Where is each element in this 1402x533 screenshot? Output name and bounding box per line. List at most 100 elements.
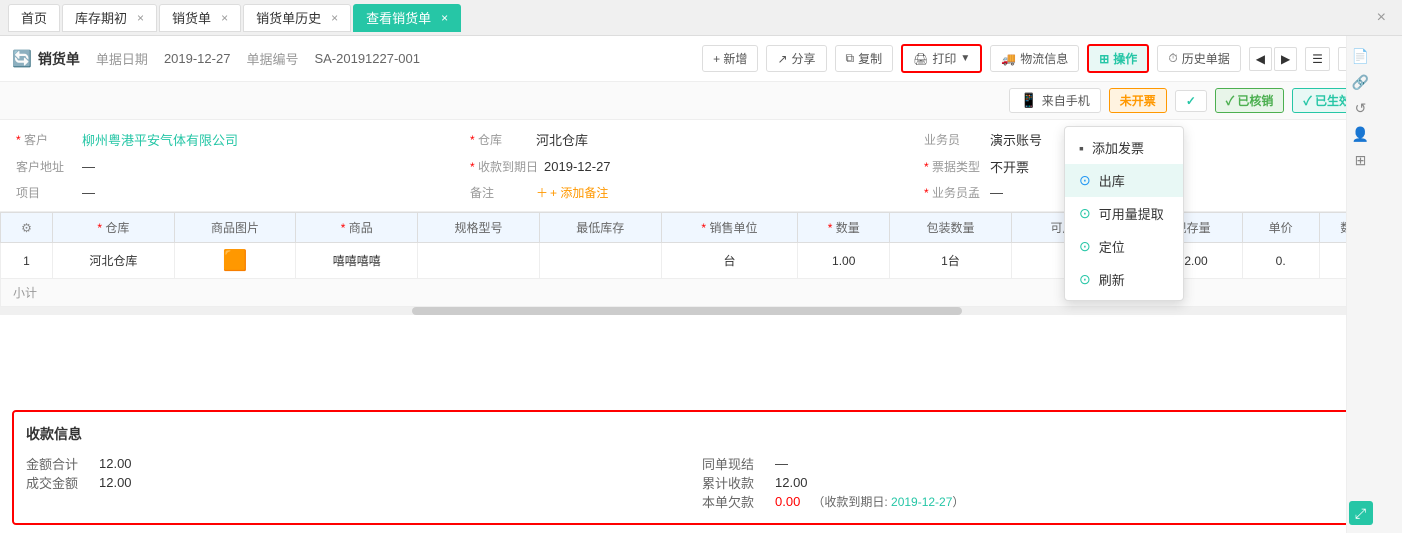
tab-home[interactable]: 首页 <box>8 4 60 32</box>
same-order-label: 同单现结 <box>702 454 767 473</box>
nav-prev[interactable]: ◀ <box>1249 47 1272 71</box>
project-value: — <box>82 185 95 200</box>
project-row: 项目 — <box>16 184 450 201</box>
dropdown-menu: ▪ 添加发票 ⊙ 出库 ⊙ 可用量提取 ⊙ 定位 ⊙ 刷新 <box>1064 126 1184 301</box>
add-note-button[interactable]: ＋ + 添加备注 <box>536 184 608 201</box>
tab-close-sales[interactable]: × <box>221 11 228 25</box>
payment-info-grid: 金额合计 12.00 成交金额 12.00 同单现结 — 累计收款 <box>26 454 1348 511</box>
sidebar-icon-expand[interactable]: ⤢ <box>1349 501 1373 525</box>
sidebar-icon-user[interactable]: 👤 <box>1349 122 1373 146</box>
total-label: 金额合计 <box>26 454 91 473</box>
ticket-type-label: 票据类型 <box>924 158 984 175</box>
cumulative-value: 12.00 <box>775 475 808 490</box>
no-value: SA-20191227-001 <box>314 51 420 66</box>
cumulative-label: 累计收款 <box>702 473 767 492</box>
note-label: 备注 <box>470 184 530 201</box>
dropdown-item-avail[interactable]: ⊙ 可用量提取 <box>1065 197 1183 230</box>
scrollbar[interactable] <box>0 307 1374 315</box>
row-pkg-qty: 1台 <box>890 243 1012 279</box>
new-button[interactable]: + 新增 <box>702 45 758 72</box>
address-label: 客户地址 <box>16 158 76 175</box>
warehouse-label: 仓库 <box>470 131 530 148</box>
total-row: 金额合计 12.00 <box>26 454 672 473</box>
staff2-value: — <box>990 185 1003 200</box>
nav-arrows: ◀ ▶ <box>1249 47 1297 71</box>
row-min-stock <box>539 243 661 279</box>
view-toggle-list[interactable]: ☰ <box>1305 47 1330 71</box>
col-price: 单价 <box>1242 213 1319 243</box>
deal-amount-row: 成交金额 12.00 <box>26 473 672 492</box>
sidebar-icon-refresh[interactable]: ↺ <box>1349 96 1373 120</box>
note-row: 备注 ＋ + 添加备注 <box>470 184 904 201</box>
sidebar-icon-link[interactable]: 🔗 <box>1349 70 1373 94</box>
open-badge: 未开票 <box>1109 88 1167 113</box>
tab-sales[interactable]: 销货单 × <box>159 4 241 32</box>
history-button[interactable]: ⏱ 历史单据 <box>1157 45 1240 72</box>
scrollbar-thumb[interactable] <box>412 307 962 315</box>
dropdown-item-refresh[interactable]: ⊙ 刷新 <box>1065 263 1183 296</box>
payment-date-row: 收款到期日 2019-12-27 <box>470 157 904 176</box>
payment-info-title: 收款信息 <box>26 424 1348 444</box>
doc-title: 🔄 销货单 <box>12 49 80 69</box>
row-product: 嘻嘻嘻嘻 <box>296 243 418 279</box>
doc-icon: 🔄 <box>12 49 32 69</box>
logistics-button[interactable]: 🚚 物流信息 <box>990 45 1079 72</box>
date-label: 单据日期 <box>96 49 148 68</box>
customer-row: 客户 柳州粤港平安气体有限公司 <box>16 130 450 149</box>
same-order-row: 同单现结 — <box>702 454 1348 473</box>
col-product: 商品 <box>296 213 418 243</box>
tab-view-sales[interactable]: 查看销货单 × <box>353 4 461 32</box>
sub-toolbar: 📱 来自手机 未开票 ✓ ✓ 已核销 ✓ 已生效 <box>0 82 1374 120</box>
tab-history[interactable]: 销货单历史 × <box>243 4 351 32</box>
global-close-button[interactable]: × <box>1369 9 1394 27</box>
avail-icon: ⊙ <box>1079 205 1091 222</box>
col-settings[interactable]: ⚙ <box>1 213 53 243</box>
dropdown-item-outbound[interactable]: ⊙ 出库 <box>1065 164 1183 197</box>
deal-amount-value: 12.00 <box>99 475 132 490</box>
same-order-value: — <box>775 456 788 471</box>
address-value: — <box>82 159 95 174</box>
check-button[interactable]: ✓ <box>1175 90 1207 112</box>
nav-next[interactable]: ▶ <box>1274 47 1297 71</box>
tab-close-inventory[interactable]: × <box>137 11 144 25</box>
col-qty: 数量 <box>798 213 890 243</box>
address-row: 客户地址 — <box>16 157 450 176</box>
payment-info-panel: 收款信息 金额合计 12.00 成交金额 12.00 同单现结 — <box>12 410 1362 525</box>
dropdown-item-invoice[interactable]: ▪ 添加发票 <box>1065 131 1183 164</box>
print-button[interactable]: 🖨 打印 ▼ <box>901 44 982 73</box>
col-warehouse: 仓库 <box>52 213 174 243</box>
col-pkg-qty: 包装数量 <box>890 213 1012 243</box>
payment-date-label: 收款到期日 <box>470 158 538 175</box>
doc-header: 🔄 销货单 单据日期 2019-12-27 单据编号 SA-20191227-0… <box>0 36 1374 82</box>
deal-amount-label: 成交金额 <box>26 473 91 492</box>
phone-icon: 📱 <box>1020 92 1037 109</box>
dropdown-item-locate[interactable]: ⊙ 定位 <box>1065 230 1183 263</box>
customer-value[interactable]: 柳州粤港平安气体有限公司 <box>82 130 238 149</box>
phone-button[interactable]: 📱 来自手机 <box>1009 88 1100 113</box>
tab-close-history[interactable]: × <box>331 11 338 25</box>
row-spec <box>418 243 540 279</box>
plus-icon: ＋ <box>536 184 548 201</box>
tab-inventory[interactable]: 库存期初 × <box>62 4 157 32</box>
outbound-icon: ⊙ <box>1079 172 1091 189</box>
staff-value: 演示账号 <box>990 130 1042 149</box>
invoice-icon: ▪ <box>1079 140 1084 156</box>
refresh-icon: ⊙ <box>1079 271 1091 288</box>
sidebar-icon-grid[interactable]: ⊞ <box>1349 148 1373 172</box>
share-button[interactable]: ↗ 分享 <box>766 45 826 72</box>
tab-close-view-sales[interactable]: × <box>441 11 448 25</box>
project-label: 项目 <box>16 184 76 201</box>
tab-bar: 首页 库存期初 × 销货单 × 销货单历史 × 查看销货单 × × <box>0 0 1402 36</box>
checked-badge: ✓ 已核销 <box>1215 88 1285 113</box>
staff-label: 业务员 <box>924 131 984 148</box>
cumulative-row: 累计收款 12.00 <box>702 473 1348 492</box>
owed-label: 本单欠款 <box>702 492 767 511</box>
col-min-stock: 最低库存 <box>539 213 661 243</box>
sidebar-icon-doc[interactable]: 📄 <box>1349 44 1373 68</box>
col-image: 商品图片 <box>174 213 296 243</box>
owed-row: 本单欠款 0.00 （收款到期日: 2019-12-27） <box>702 492 1348 511</box>
settings-icon[interactable]: ⚙ <box>21 221 32 235</box>
total-value: 12.00 <box>99 456 132 471</box>
copy-button[interactable]: ⧉ 复制 <box>835 45 894 72</box>
ops-button[interactable]: ⊞ 操作 <box>1087 44 1149 73</box>
